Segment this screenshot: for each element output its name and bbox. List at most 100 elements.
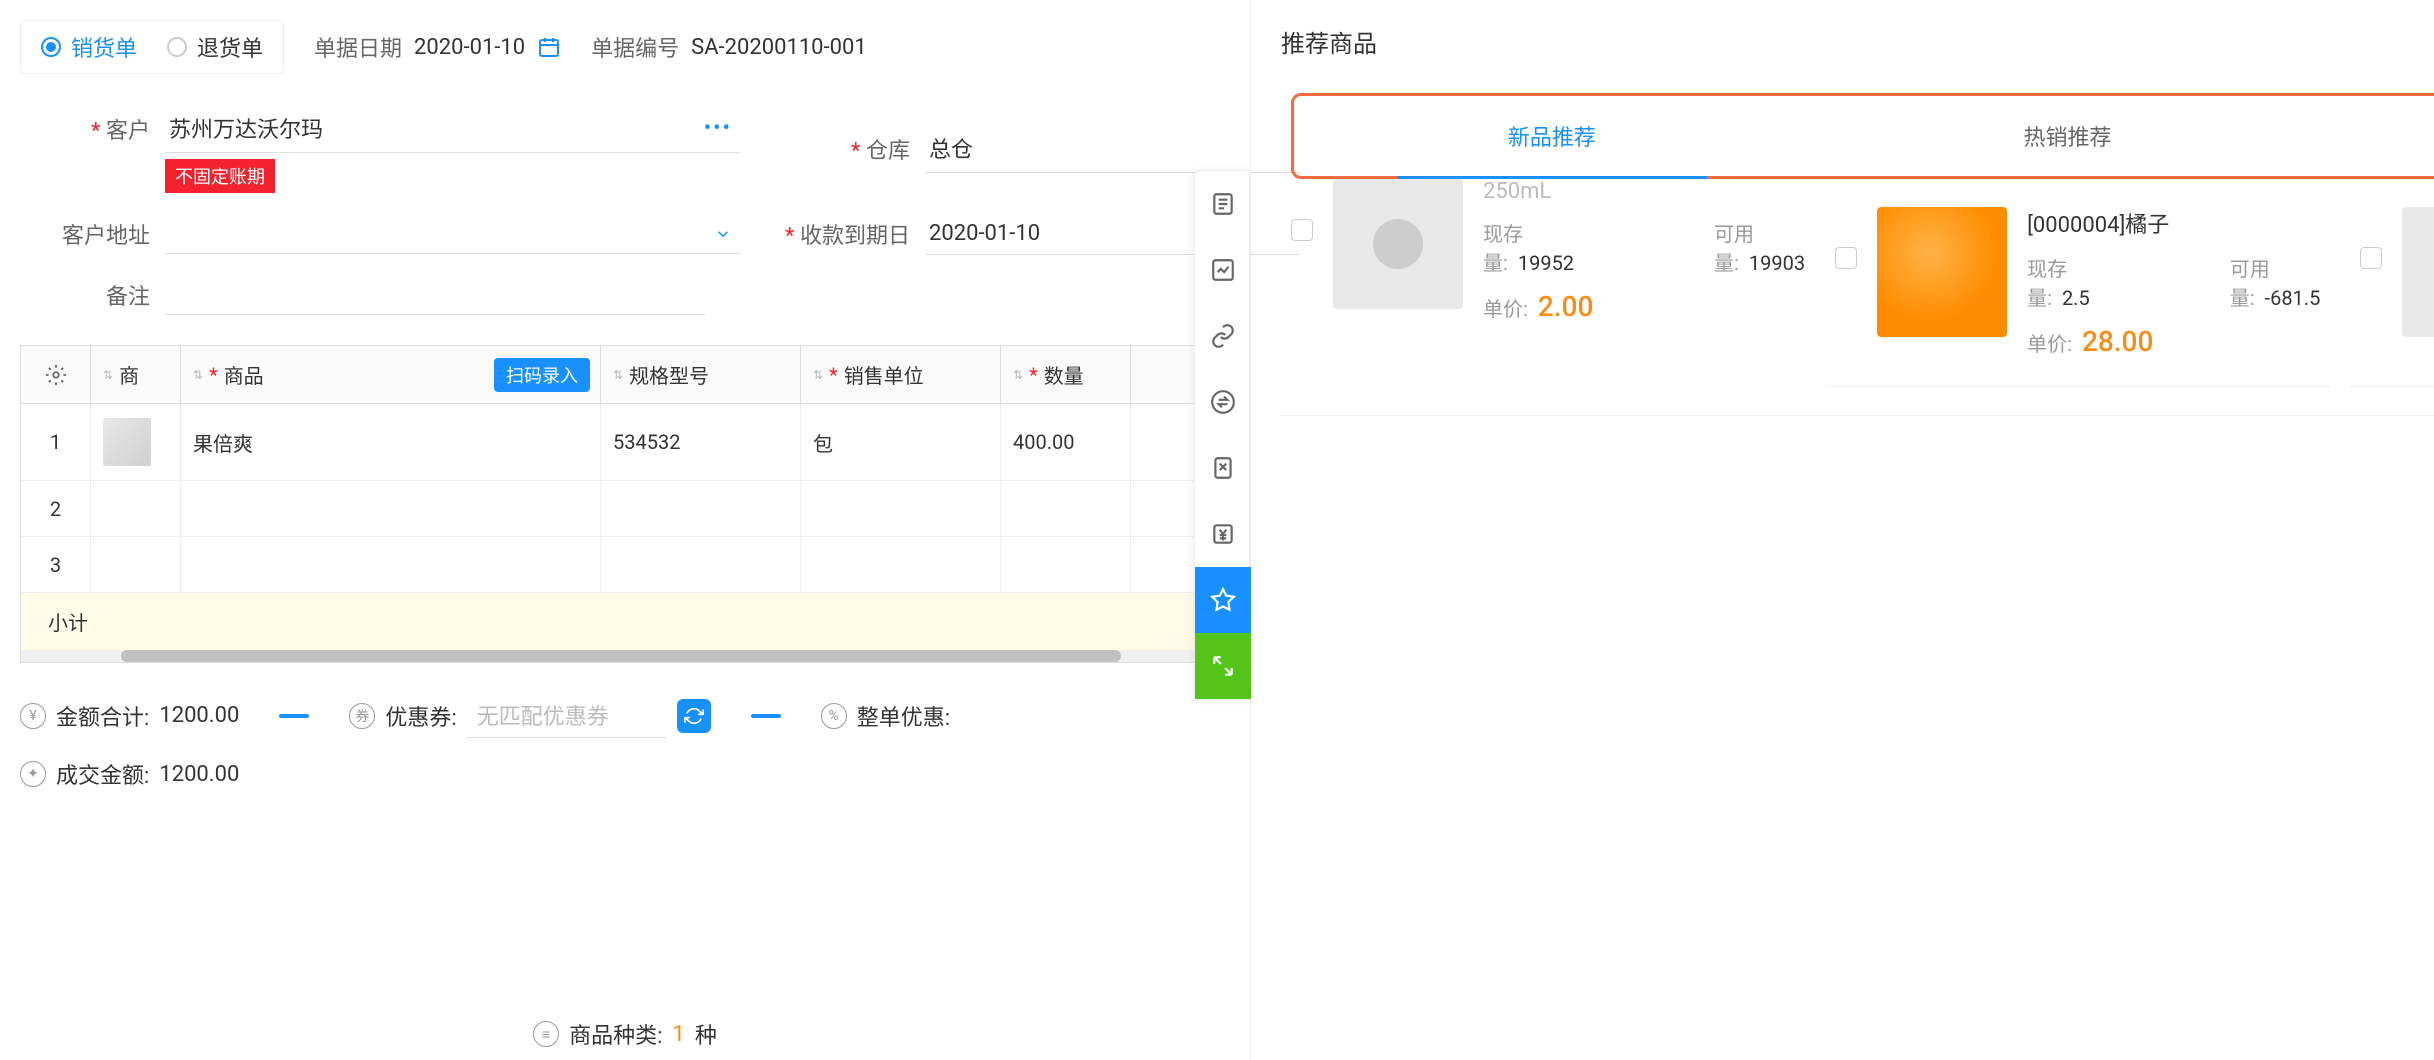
product-image-placeholder [1333,179,1463,309]
address-select[interactable] [165,214,740,254]
avail-value: 19903 [1749,251,1805,275]
tab-new[interactable]: 新品推荐 [1294,96,1810,176]
list-item: [0000004]橘子 现存量:2.5 可用量:-681.5 单价:28.00 [1825,179,2330,387]
coupon-icon: 券 [349,703,375,729]
gear-icon [45,364,67,386]
customer-input[interactable]: 苏州万达沃尔玛 ••• [165,104,740,153]
scan-input-button[interactable]: 扫码录入 [494,358,590,392]
receipt-icon [1210,455,1236,481]
table-row[interactable]: 1 果倍爽 534532 包 400.00 [21,404,1229,481]
kind-value: 1 [672,1022,684,1047]
footer-summary: ≡ 商品种类: 1 种 [0,1018,1250,1050]
field-label: 单据编号 [591,31,679,63]
tool-chart-button[interactable] [1195,237,1251,303]
tool-note-button[interactable] [1195,171,1251,237]
note-icon [1210,191,1236,217]
item-checkbox[interactable] [2360,247,2382,269]
expand-icon [1210,653,1236,679]
row-unit[interactable]: 包 [801,404,1001,480]
tool-receipt-button[interactable] [1195,435,1251,501]
item-checkbox[interactable] [1291,219,1313,241]
discount-label: 整单优惠: [857,700,950,732]
radio-label: 销货单 [71,31,137,63]
radio-sales-order[interactable]: 销货单 [41,31,137,63]
deal-amount: ✦ 成交金额: 1200.00 [20,758,239,790]
radio-label: 退货单 [197,31,263,63]
total-label: 金额合计: [56,700,149,732]
doc-date-field[interactable]: 单据日期 2020-01-10 [314,31,561,63]
swap-icon [1210,389,1236,415]
list-item: 250mL 现存量:19952 可用量:19903 单价:2.00 [00000… [1281,179,2434,416]
deal-value: 1200.00 [159,762,239,787]
col-image[interactable]: ⇅商 [91,346,181,403]
totals-section: ¥ 金额合计: 1200.00 券 优惠券: 无匹配优惠券 % 整单优惠: [20,693,1230,738]
row-spec[interactable]: 534532 [601,404,801,480]
tab-slow[interactable]: 滞销推荐 [2325,96,2434,176]
subtotal-row: 小计 [21,593,1229,650]
row-thumb [91,404,181,480]
product-image-placeholder [2402,207,2434,337]
tool-expand-button[interactable] [1195,633,1251,699]
sort-icon: ⇅ [193,368,203,382]
tool-currency-button[interactable] [1195,501,1251,567]
deal-icon: ✦ [20,761,46,787]
more-icon[interactable]: ••• [704,116,732,141]
discount-icon: % [821,703,847,729]
item-checkbox[interactable] [1835,247,1857,269]
price-value: 2.00 [1538,290,1594,323]
yen-icon [1210,521,1236,547]
sort-icon: ⇅ [103,368,113,382]
warehouse-select[interactable]: 总仓 [925,124,1300,173]
order-discount[interactable]: % 整单优惠: [821,700,950,732]
required-star: * [829,363,838,387]
recommend-list[interactable]: 250mL 现存量:19952 可用量:19903 单价:2.00 [00000… [1251,179,2434,1060]
subtotal-label: 小计 [33,607,103,636]
product-title: [0000004]橘子 [2027,207,2320,239]
horizontal-scrollbar[interactable] [21,650,1229,662]
col-spec[interactable]: ⇅规格型号 [601,346,801,403]
due-date-label: 收款到期日 [780,218,910,250]
remark-input[interactable] [165,275,705,315]
chevron-down-icon [714,225,732,243]
panel-title: 推荐商品 [1281,24,1377,59]
field-value: 2020-01-10 [414,35,525,60]
coupon-input[interactable]: 无匹配优惠券 [467,693,667,738]
grid-settings-button[interactable] [21,346,91,403]
row-product[interactable]: 果倍爽 [181,404,601,480]
col-qty[interactable]: ⇅*数量 [1001,346,1131,403]
table-row[interactable]: 3 [21,537,1229,593]
total-value: 1200.00 [159,703,239,728]
radio-icon [41,37,61,57]
tool-link-button[interactable] [1195,303,1251,369]
tab-hot[interactable]: 热销推荐 [1810,96,2326,176]
product-image [1877,207,2007,337]
warehouse-value: 总仓 [929,132,973,164]
price-value: 28.00 [2082,325,2153,358]
required-star: * [1029,363,1038,387]
amount-total: ¥ 金额合计: 1200.00 [20,700,239,732]
stock-value: 2.5 [2062,286,2090,310]
due-date-value: 2020-01-10 [929,221,1040,246]
address-label: 客户地址 [20,218,150,250]
row-qty[interactable]: 400.00 [1001,404,1131,480]
refresh-coupon-button[interactable] [677,699,711,733]
table-row[interactable]: 2 [21,481,1229,537]
placeholder-icon [1368,214,1428,274]
radio-icon [167,37,187,57]
radio-return-order[interactable]: 退货单 [167,31,263,63]
yen-icon: ¥ [20,703,46,729]
tool-swap-button[interactable] [1195,369,1251,435]
col-product[interactable]: ⇅ * 商品 扫码录入 [181,346,601,403]
link-icon [1210,323,1236,349]
col-unit[interactable]: ⇅*销售单位 [801,346,1001,403]
calendar-icon [537,35,561,59]
sort-icon: ⇅ [613,368,623,382]
field-value: SA-20200110-001 [691,35,867,60]
coupon-field: 券 优惠券: 无匹配优惠券 [349,693,710,738]
sort-icon: ⇅ [1013,368,1023,382]
scrollbar-thumb[interactable] [121,650,1121,662]
side-toolbar [1194,170,1250,700]
row-index: 2 [21,481,91,536]
order-type-radio-group: 销货单 退货单 [20,20,284,74]
tool-favorite-button[interactable] [1195,567,1251,633]
